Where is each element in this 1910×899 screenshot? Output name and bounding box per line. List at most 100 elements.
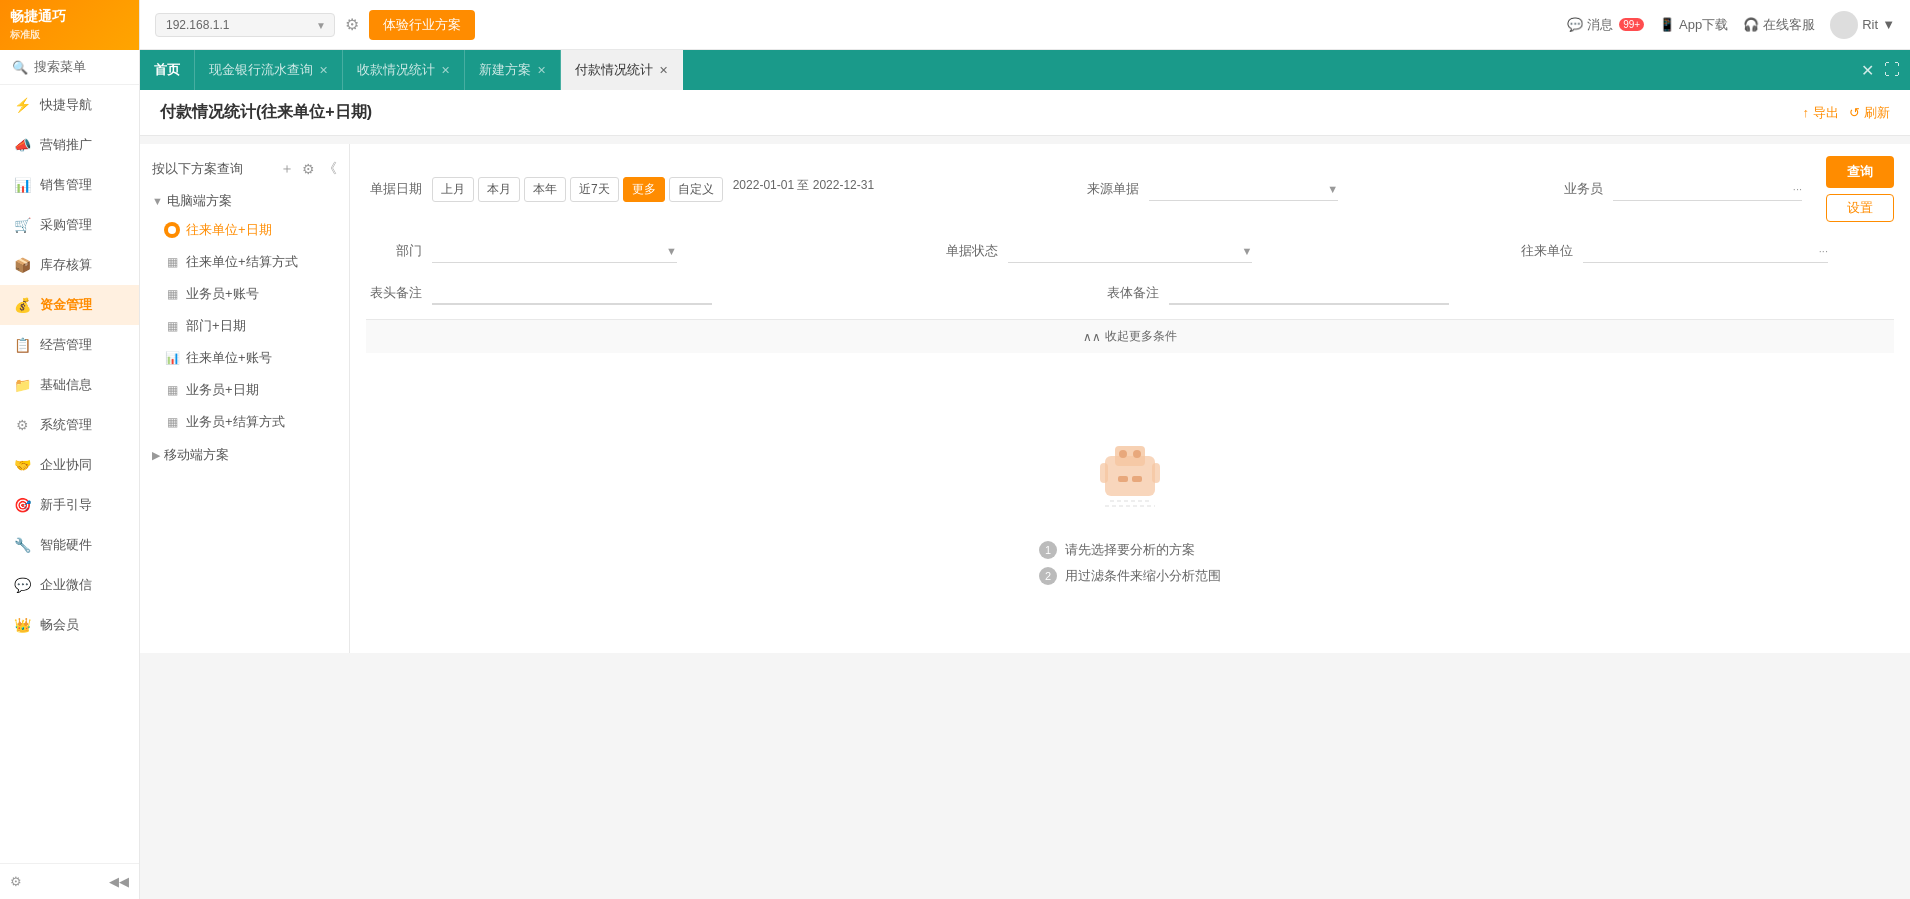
voucher-status-select[interactable]: ▼	[1008, 239, 1253, 263]
source-dropdown-icon: ▼	[1327, 183, 1338, 195]
more-btn[interactable]: 更多	[623, 177, 665, 202]
tab-bank-flow-label: 现金银行流水查询	[209, 61, 313, 79]
member-icon: 👑	[12, 615, 32, 635]
sidebar-item-management[interactable]: 📋 经营管理	[0, 325, 139, 365]
experience-button[interactable]: 体验行业方案	[369, 10, 475, 40]
table-body-note-label: 表体备注	[1103, 284, 1159, 302]
sidebar-item-quick-nav[interactable]: ⚡ 快捷导航	[0, 85, 139, 125]
tab-receivables-close[interactable]: ✕	[441, 64, 450, 77]
tab-payment-stats-close[interactable]: ✕	[659, 64, 668, 77]
scheme-item-partner-date[interactable]: 往来单位+日期	[140, 214, 349, 246]
desktop-group-header[interactable]: ▼ 电脑端方案	[140, 188, 349, 214]
tab-payment-stats-label: 付款情况统计	[575, 61, 653, 79]
user-menu[interactable]: Rit ▼	[1830, 11, 1895, 39]
settings-bottom-icon[interactable]: ⚙	[10, 874, 22, 889]
tab-new-scheme-close[interactable]: ✕	[537, 64, 546, 77]
tab-expand-icon[interactable]: ⛶	[1884, 61, 1900, 79]
search-icon: 🔍	[12, 60, 28, 75]
sidebar-item-inventory[interactable]: 📦 库存核算	[0, 245, 139, 285]
address-bar[interactable]: 192.168.1.1 ▼	[155, 13, 335, 37]
staff-select[interactable]: ···	[1613, 177, 1802, 201]
last-month-btn[interactable]: 上月	[432, 177, 474, 202]
scheme-item-staff-settlement[interactable]: ▦ 业务员+结算方式	[140, 406, 349, 438]
partner-select-value	[1583, 243, 1819, 258]
tab-close-icon[interactable]: ✕	[1861, 61, 1874, 80]
scheme-item-partner-account[interactable]: 📊 往来单位+账号	[140, 342, 349, 374]
tab-bank-flow-close[interactable]: ✕	[319, 64, 328, 77]
table-head-note-input-wrapper[interactable]	[432, 280, 712, 305]
dept-dropdown-icon: ▼	[666, 245, 677, 257]
collapse-filter-btn[interactable]: ∧∧ 收起更多条件	[366, 319, 1894, 353]
sidebar-item-guide[interactable]: 🎯 新手引导	[0, 485, 139, 525]
this-year-btn[interactable]: 本年	[524, 177, 566, 202]
tab-new-scheme[interactable]: 新建方案 ✕	[465, 50, 561, 90]
tab-spacer	[683, 50, 1851, 90]
tab-payment-stats[interactable]: 付款情况统计 ✕	[561, 50, 683, 90]
header-settings-icon[interactable]: ⚙	[345, 15, 359, 34]
empty-icon	[1080, 421, 1180, 521]
app-logo: 畅捷通巧 标准版	[0, 0, 139, 50]
scheme-item-partner-settlement[interactable]: ▦ 往来单位+结算方式	[140, 246, 349, 278]
address-text: 192.168.1.1	[166, 18, 229, 32]
sidebar-item-member[interactable]: 👑 畅会员	[0, 605, 139, 645]
export-btn[interactable]: ↑ 导出	[1803, 104, 1840, 122]
user-dropdown-icon: ▼	[1882, 17, 1895, 32]
tab-bank-flow[interactable]: 现金银行流水查询 ✕	[195, 50, 343, 90]
partner-select[interactable]: ···	[1583, 239, 1828, 263]
message-icon: 💬	[1567, 17, 1583, 32]
source-select[interactable]: ▼	[1149, 177, 1338, 201]
last-7-days-btn[interactable]: 近7天	[570, 177, 619, 202]
sidebar-item-marketing[interactable]: 📣 营销推广	[0, 125, 139, 165]
sidebar-item-hardware[interactable]: 🔧 智能硬件	[0, 525, 139, 565]
sidebar-nav: ⚡ 快捷导航 📣 营销推广 📊 销售管理 🛒 采购管理 📦 库存核算 💰 资金管…	[0, 85, 139, 863]
tab-home[interactable]: 首页	[140, 50, 195, 90]
table-body-note-input[interactable]	[1169, 280, 1449, 304]
custom-btn[interactable]: 自定义	[669, 177, 723, 202]
search-menu[interactable]: 🔍 搜索菜单	[0, 50, 139, 85]
refresh-label: 刷新	[1864, 104, 1890, 122]
app-download-btn[interactable]: 📱 App下载	[1659, 16, 1728, 34]
refresh-btn[interactable]: ↺ 刷新	[1849, 104, 1890, 122]
sidebar-item-basic-info[interactable]: 📁 基础信息	[0, 365, 139, 405]
staff-more-icon: ···	[1793, 183, 1802, 195]
sidebar-item-enterprise[interactable]: 🤝 企业协同	[0, 445, 139, 485]
scheme-item-staff-account[interactable]: ▦ 业务员+账号	[140, 278, 349, 310]
chart-icon: 📊	[164, 350, 180, 366]
sidebar-item-label: 经营管理	[40, 336, 92, 354]
scheme-panel: 按以下方案查询 ＋ ⚙ 《 ▼ 电脑端方案	[140, 144, 350, 653]
table-head-note-label: 表头备注	[366, 284, 422, 302]
collapse-sidebar-icon[interactable]: ◀◀	[109, 874, 129, 889]
notifications-btn[interactable]: 💬 消息 99+	[1567, 16, 1644, 34]
table-body-note-input-wrapper[interactable]	[1169, 280, 1449, 305]
sidebar-item-purchase[interactable]: 🛒 采购管理	[0, 205, 139, 245]
header-left: 192.168.1.1 ▼ ⚙ 体验行业方案	[155, 10, 475, 40]
this-month-btn[interactable]: 本月	[478, 177, 520, 202]
desktop-scheme-group: ▼ 电脑端方案 往来单位+日期 ▦ 往来单位+结算方式 ▦	[140, 188, 349, 438]
sidebar-item-sales[interactable]: 📊 销售管理	[0, 165, 139, 205]
staff-select-value	[1613, 181, 1793, 196]
mobile-group-arrow: ▶	[152, 449, 160, 462]
query-button[interactable]: 查询	[1826, 156, 1894, 188]
table-head-note-input[interactable]	[432, 280, 712, 304]
scheme-item-staff-date[interactable]: ▦ 业务员+日期	[140, 374, 349, 406]
scheme-item-label: 往来单位+日期	[186, 221, 272, 239]
dept-select[interactable]: ▼	[432, 239, 677, 263]
scheme-item-dept-date[interactable]: ▦ 部门+日期	[140, 310, 349, 342]
empty-step-1-label: 请先选择要分析的方案	[1065, 541, 1195, 559]
sidebar-item-system[interactable]: ⚙ 系统管理	[0, 405, 139, 445]
online-service-btn[interactable]: 🎧 在线客服	[1743, 16, 1815, 34]
app-name: 畅捷通巧	[10, 8, 66, 26]
collapse-panel-icon[interactable]: 《	[323, 160, 337, 178]
settings-button[interactable]: 设置	[1826, 194, 1894, 222]
manage-scheme-icon[interactable]: ⚙	[302, 161, 315, 177]
sidebar-item-finance[interactable]: 💰 资金管理	[0, 285, 139, 325]
tab-receivables[interactable]: 收款情况统计 ✕	[343, 50, 465, 90]
svg-point-3	[1119, 450, 1127, 458]
finance-icon: 💰	[12, 295, 32, 315]
address-bar-wrapper[interactable]: 192.168.1.1 ▼	[155, 13, 335, 37]
mobile-scheme-group: ▶ 移动端方案	[140, 442, 349, 468]
add-scheme-icon[interactable]: ＋	[280, 160, 294, 178]
sidebar-item-wechat[interactable]: 💬 企业微信	[0, 565, 139, 605]
mobile-group-header[interactable]: ▶ 移动端方案	[140, 442, 349, 468]
sidebar-item-label: 畅会员	[40, 616, 79, 634]
